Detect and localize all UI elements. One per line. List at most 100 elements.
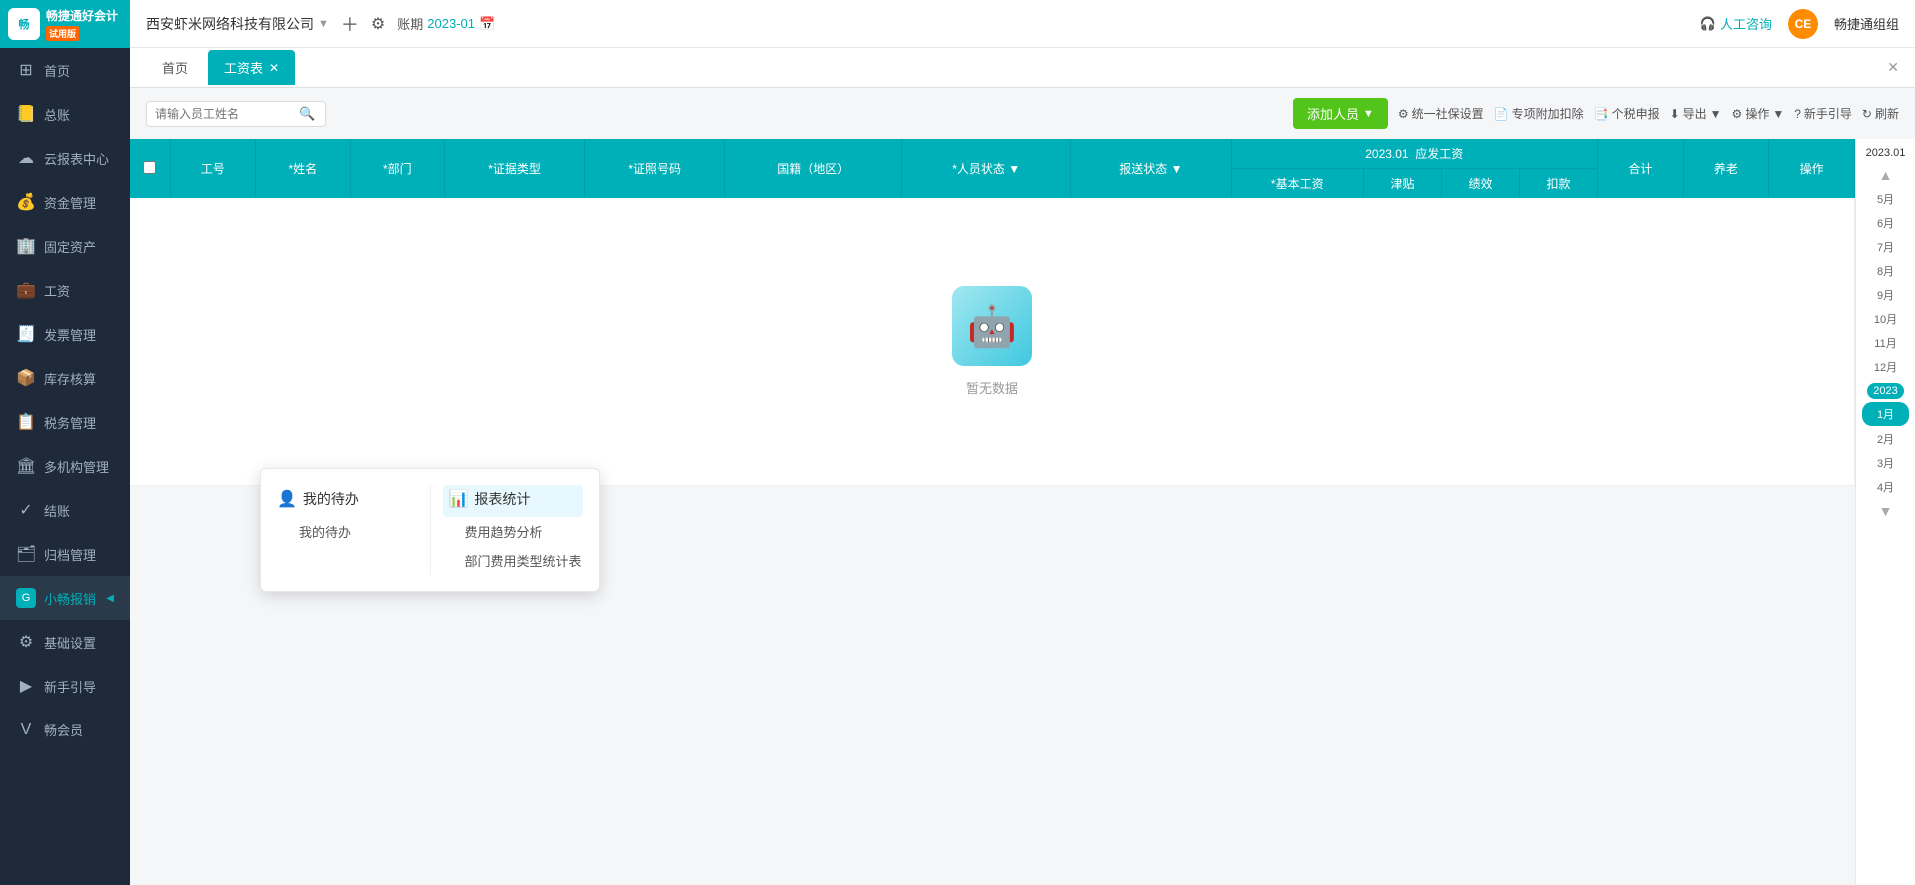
timeline-item-apr[interactable]: 4月: [1856, 475, 1915, 499]
sidebar-item-multi-org[interactable]: 🏛 多机构管理: [0, 444, 130, 488]
search-icon[interactable]: 🔍: [299, 106, 315, 122]
timeline-item-sep[interactable]: 9月: [1856, 283, 1915, 307]
report-icon: 📊: [449, 489, 469, 509]
status-filter-icon[interactable]: ▼: [1008, 162, 1020, 176]
empty-robot-icon: [952, 286, 1032, 366]
th-subsidy: 津贴: [1364, 169, 1442, 199]
social-security-action[interactable]: ⚙ 统一社保设置: [1398, 105, 1484, 122]
tab-salary-sheet[interactable]: 工资表 ✕: [208, 50, 295, 85]
calendar-icon[interactable]: 📅: [479, 16, 495, 32]
refresh-action[interactable]: ↻ 刷新: [1862, 105, 1899, 122]
search-input[interactable]: [155, 107, 295, 121]
popup-dept-expense-item[interactable]: 部门费用类型统计表: [443, 546, 584, 575]
sidebar-item-cloud-report[interactable]: ☁ 云报表中心: [0, 136, 130, 180]
period-col: 2023.01: [1365, 147, 1408, 161]
timeline-scroll-up[interactable]: ▲: [1875, 163, 1897, 187]
timeline-item-oct[interactable]: 10月: [1856, 307, 1915, 331]
social-security-icon: ⚙: [1398, 107, 1409, 121]
timeline-item-jun[interactable]: 6月: [1856, 211, 1915, 235]
archive-icon: 🗂: [16, 544, 36, 564]
empty-state: 暂无数据: [140, 206, 1844, 477]
sidebar-item-basic[interactable]: ⚙ 基础设置: [0, 620, 130, 664]
add-company-icon[interactable]: ＋: [341, 11, 359, 37]
th-total: 合计: [1598, 139, 1684, 198]
sidebar-item-xiaochang[interactable]: G 小畅报销 ◀: [0, 576, 130, 620]
timeline-item-feb[interactable]: 2月: [1856, 427, 1915, 451]
popup-todo-item[interactable]: 我的待办: [277, 517, 418, 546]
service-button[interactable]: 🎧 人工咨询: [1700, 14, 1772, 33]
sidebar-item-inventory[interactable]: 📦 库存核算: [0, 356, 130, 400]
tax-deduct-label: 专项附加扣除: [1512, 105, 1584, 122]
settings-icon[interactable]: ⚙: [371, 14, 385, 34]
sidebar-item-ledger[interactable]: 📒 总账: [0, 92, 130, 136]
timeline-item-aug[interactable]: 8月: [1856, 259, 1915, 283]
sidebar: 畅 畅捷通好会计 试用版 ⊞ 首页 📒 总账 ☁ 云报表中心 💰 资金管理 🏢 …: [0, 0, 130, 885]
window-close-button[interactable]: ✕: [1887, 59, 1899, 76]
basic-icon: ⚙: [16, 632, 36, 652]
add-person-label: 添加人员: [1307, 104, 1359, 123]
guide-icon: ▶: [16, 676, 36, 696]
tax-deduct-action[interactable]: 📄 专项附加扣除: [1494, 105, 1584, 122]
tax-report-icon: 📑: [1594, 107, 1609, 121]
sidebar-item-fund[interactable]: 💰 资金管理: [0, 180, 130, 224]
app-name: 畅捷通好会计: [46, 7, 118, 24]
th-bonus: 绩效: [1442, 169, 1520, 199]
th-dept: *部门: [350, 139, 444, 198]
th-deduct: 扣款: [1520, 169, 1598, 199]
logo-icon: 畅: [8, 8, 40, 40]
tab-home[interactable]: 首页: [146, 50, 204, 85]
th-base-salary: *基本工资: [1231, 169, 1364, 199]
timeline-item-jul[interactable]: 7月: [1856, 235, 1915, 259]
logo-badge: 试用版: [46, 26, 79, 41]
timeline-item-nov[interactable]: 11月: [1856, 331, 1915, 355]
th-pension: 养老: [1683, 139, 1769, 198]
timeline-item-may[interactable]: 5月: [1856, 187, 1915, 211]
main-area: 西安虾米网络科技有限公司 ▼ ＋ ⚙ 账期 2023-01 📅 🎧 人工咨询 C…: [130, 0, 1915, 885]
sidebar-item-archive[interactable]: 🗂 归档管理: [0, 532, 130, 576]
company-selector[interactable]: 西安虾米网络科技有限公司 ▼: [146, 14, 329, 34]
settlement-icon: ✓: [16, 500, 36, 520]
topbar-actions: ＋ ⚙ 账期 2023-01 📅: [341, 11, 495, 37]
company-name: 西安虾米网络科技有限公司: [146, 14, 314, 34]
assets-icon: 🏢: [16, 236, 36, 256]
cloud-icon: ☁: [16, 148, 36, 168]
sidebar-item-fixed-assets[interactable]: 🏢 固定资产: [0, 224, 130, 268]
sidebar-item-guide[interactable]: ▶ 新手引导: [0, 664, 130, 708]
sidebar-item-invoice[interactable]: 🧾 发票管理: [0, 312, 130, 356]
company-arrow-icon: ▼: [318, 18, 329, 30]
content-area: 🔍 添加人员 ▼ ⚙ 统一社保设置 📄 专项附加扣除 📑 个税申报: [130, 88, 1915, 885]
empty-state-cell: 暂无数据: [130, 198, 1855, 486]
sidebar-item-label: 多机构管理: [44, 457, 109, 476]
th-checkbox: [130, 139, 170, 198]
timeline-scroll-down[interactable]: ▼: [1875, 499, 1897, 523]
xiaochang-icon: G: [16, 588, 36, 608]
th-operations: 操作: [1769, 139, 1855, 198]
org-icon: 🏛: [16, 456, 36, 476]
timeline-item-mar[interactable]: 3月: [1856, 451, 1915, 475]
sidebar-item-home[interactable]: ⊞ 首页: [0, 48, 130, 92]
th-salary-group: 2023.01 应发工资: [1231, 139, 1598, 169]
select-all-checkbox[interactable]: [143, 161, 156, 174]
export-arrow-icon: ▼: [1710, 107, 1722, 121]
tab-close-icon[interactable]: ✕: [269, 61, 279, 75]
new-guide-action[interactable]: ? 新手引导: [1794, 105, 1852, 122]
member-icon: V: [16, 721, 36, 739]
sidebar-item-salary[interactable]: 💼 工资: [0, 268, 130, 312]
sidebar-item-label: 税务管理: [44, 413, 96, 432]
export-action[interactable]: ⬇ 导出 ▼: [1670, 105, 1722, 122]
popup-expense-trend-item[interactable]: 费用趋势分析: [443, 517, 584, 546]
salary-group-label: 应发工资: [1415, 147, 1463, 161]
operations-action[interactable]: ⚙ 操作 ▼: [1732, 105, 1785, 122]
report-status-filter-icon[interactable]: ▼: [1171, 162, 1183, 176]
timeline-item-dec[interactable]: 12月: [1856, 355, 1915, 379]
sidebar-item-member[interactable]: V 畅会员: [0, 708, 130, 751]
add-person-button[interactable]: 添加人员 ▼: [1293, 98, 1388, 129]
sidebar-item-settlement[interactable]: ✓ 结账: [0, 488, 130, 532]
tax-report-action[interactable]: 📑 个税申报: [1594, 105, 1660, 122]
tax-report-label: 个税申报: [1612, 105, 1660, 122]
timeline-top-label: 2023.01: [1864, 143, 1908, 163]
sidebar-item-label: 固定资产: [44, 237, 96, 256]
sidebar-item-label: 畅会员: [44, 720, 83, 739]
timeline-item-jan[interactable]: 1月: [1862, 402, 1909, 426]
sidebar-item-tax[interactable]: 📋 税务管理: [0, 400, 130, 444]
